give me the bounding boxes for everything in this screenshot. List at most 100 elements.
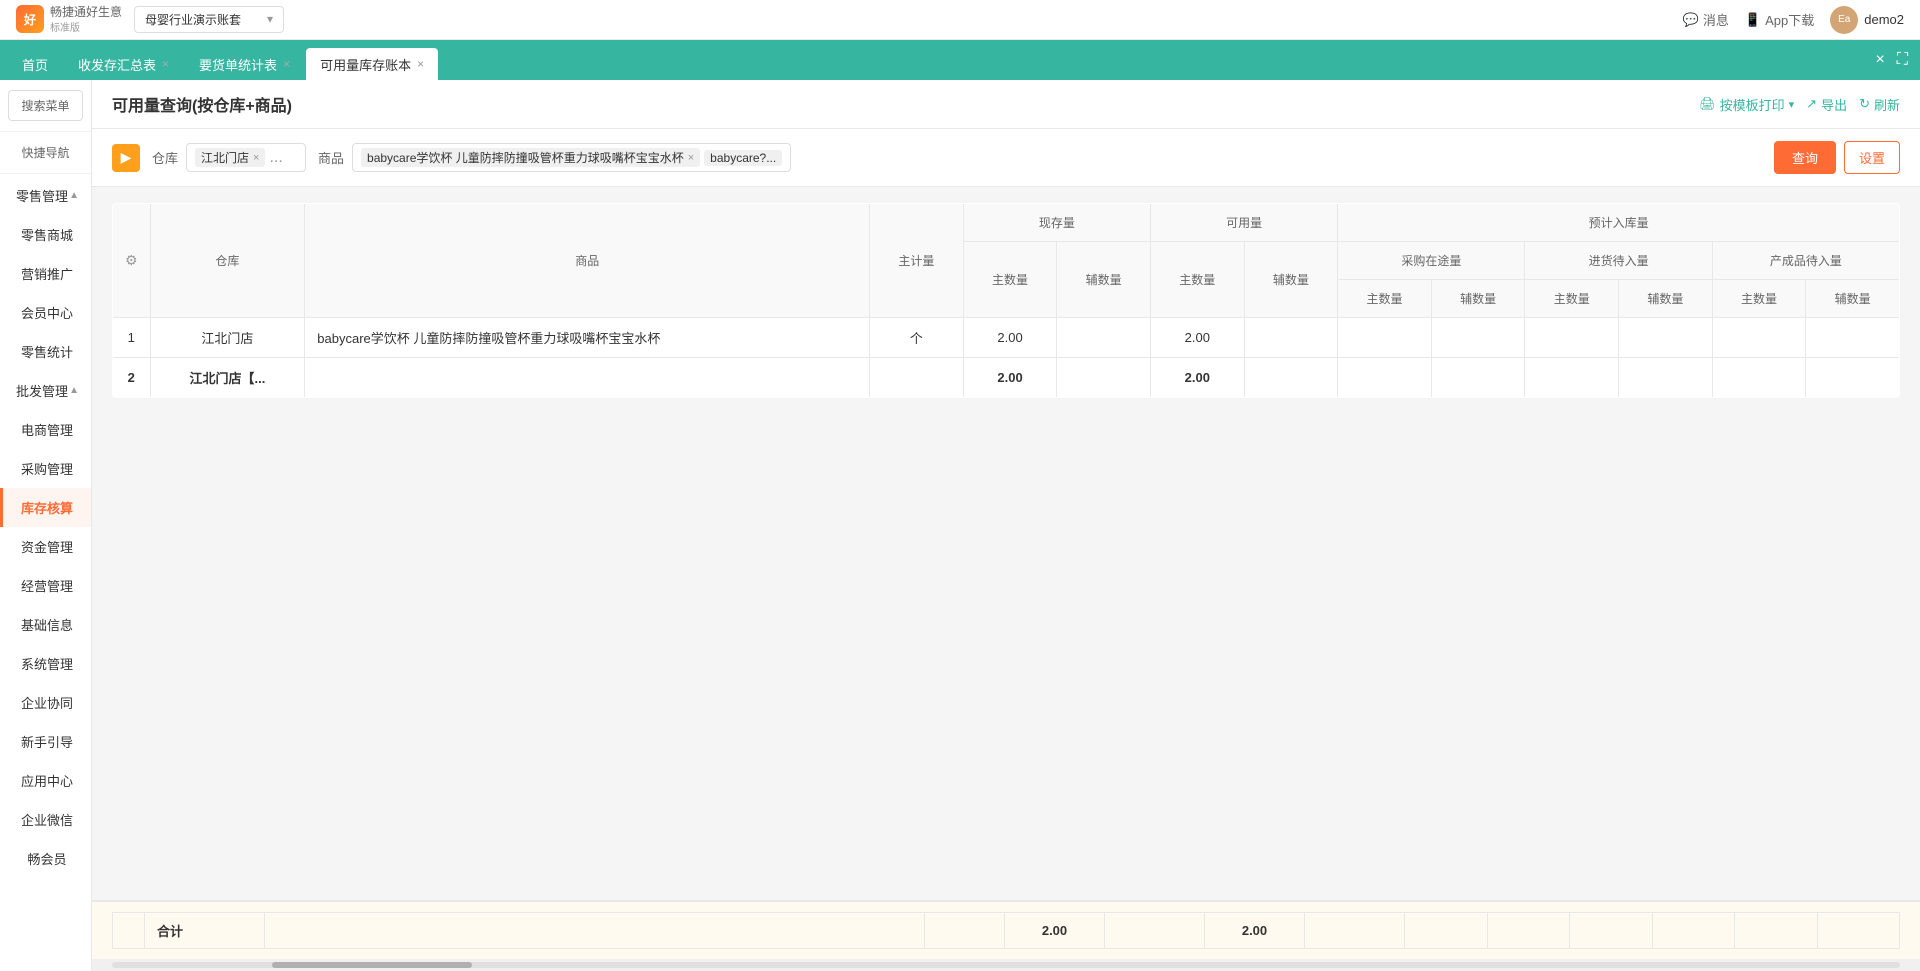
export-button[interactable]: ↗ 导出 — [1806, 95, 1847, 114]
sidebar-item-member-center[interactable]: 会员中心 — [0, 293, 91, 332]
row-2-available-main: 2.00 — [1150, 358, 1244, 398]
logo-main-text: 畅捷通好生意 — [50, 5, 122, 19]
main-layout: 搜索菜单 快捷导航 零售管理 ▲ 零售商城 营销推广 会员中心 零售统计 批发管… — [0, 80, 1920, 971]
sidebar-item-new-guide[interactable]: 新手引导 — [0, 722, 91, 761]
print-template-button[interactable]: 🖨 按模板打印 ▾ — [1699, 95, 1794, 114]
footer-empty-7 — [1652, 913, 1735, 949]
close-all-tabs-button[interactable]: × — [1867, 51, 1892, 69]
warehouse-tag-remove[interactable]: × — [253, 152, 259, 164]
th-current-main: 主数量 — [963, 242, 1057, 318]
row-2-purchase-onway-aux — [1431, 358, 1525, 398]
scrollbar-thumb[interactable] — [272, 962, 472, 968]
chevron-down-icon: ▾ — [267, 12, 273, 26]
sidebar-item-finance[interactable]: 资金管理 — [0, 527, 91, 566]
industry-label: 母婴行业演示账套 — [145, 11, 241, 28]
tab-order-stats-close[interactable]: × — [283, 57, 290, 71]
export-label: 导出 — [1821, 95, 1847, 114]
tab-receipt-summary-close[interactable]: × — [162, 57, 169, 71]
row-1-purchase-onway-main — [1338, 318, 1432, 358]
sidebar-item-system[interactable]: 系统管理 — [0, 644, 91, 683]
search-menu-button[interactable]: 搜索菜单 — [8, 90, 83, 121]
tab-available-stock[interactable]: 可用量库存账本 × — [306, 48, 438, 80]
sidebar-item-purchase[interactable]: 采购管理 — [0, 449, 91, 488]
row-1-warehouse: 江北门店 — [150, 318, 305, 358]
filter-bar: ▶ 仓库 江北门店 × ... 商品 babycare学饮杯 儿童防摔防撞吸管杯… — [92, 129, 1920, 187]
tab-available-stock-close[interactable]: × — [417, 57, 424, 71]
horizontal-scrollbar[interactable] — [92, 959, 1920, 971]
row-2-products-pending-main — [1712, 358, 1806, 398]
row-2-index: 2 — [113, 358, 151, 398]
export-icon: ↗ — [1806, 96, 1817, 112]
tab-receipt-summary[interactable]: 收发存汇总表 × — [64, 48, 183, 80]
page-title: 可用量查询(按仓库+商品) — [112, 92, 292, 116]
user-area[interactable]: Ea demo2 — [1830, 6, 1904, 34]
avatar: Ea — [1830, 6, 1858, 34]
th-unit: 主计量 — [870, 204, 964, 318]
chevron-down-icon: ▲ — [69, 385, 79, 396]
sidebar-item-operations[interactable]: 经营管理 — [0, 566, 91, 605]
tab-bar: 首页 收发存汇总表 × 要货单统计表 × 可用量库存账本 × × ⛶ — [0, 40, 1920, 80]
footer-table: 合计 2.00 2.00 — [112, 912, 1900, 949]
message-button[interactable]: 💬 消息 — [1683, 10, 1729, 29]
sidebar-item-basic-info[interactable]: 基础信息 — [0, 605, 91, 644]
tab-home-label: 首页 — [22, 55, 48, 74]
filter-toggle-button[interactable]: ▶ — [112, 144, 140, 172]
sidebar-search-section: 搜索菜单 — [0, 80, 91, 132]
sidebar-item-inventory[interactable]: 库存核算 — [0, 488, 91, 527]
row-2-warehouse: 江北门店【... — [150, 358, 305, 398]
table-row: 2 江北门店【... 2.00 2.00 — [113, 358, 1900, 398]
table-container: ⚙ 仓库 商品 主计量 现存量 可用量 预计入库量 主数量 辅数量 主数量 辅数… — [92, 187, 1920, 900]
settings-icon[interactable]: ⚙ — [125, 252, 138, 268]
industry-selector[interactable]: 母婴行业演示账套 ▾ — [134, 6, 284, 33]
row-1-available-aux — [1244, 318, 1338, 358]
refresh-button[interactable]: ↻ 刷新 — [1859, 95, 1900, 114]
row-1-current-aux — [1057, 318, 1151, 358]
tab-order-stats[interactable]: 要货单统计表 × — [185, 48, 304, 80]
sidebar-quick-nav: 快捷导航 — [0, 132, 91, 174]
sidebar-item-marketing[interactable]: 营销推广 — [0, 254, 91, 293]
product-tag-1-remove[interactable]: × — [688, 152, 694, 164]
row-1-purchase-onway-aux — [1431, 318, 1525, 358]
th-available-main: 主数量 — [1150, 242, 1244, 318]
user-name: demo2 — [1864, 12, 1904, 27]
product-filter-input[interactable]: babycare学饮杯 儿童防摔防撞吸管杯重力球吸嘴杯宝宝水杯 × babyca… — [352, 143, 791, 172]
sidebar-item-ecommerce[interactable]: 电商管理 — [0, 410, 91, 449]
sidebar-item-vip-member[interactable]: 畅会员 — [0, 839, 91, 878]
th-purchase-onway-main: 主数量 — [1338, 280, 1432, 318]
row-2-purchase-onway-main — [1338, 358, 1432, 398]
footer-empty-3 — [925, 913, 1005, 949]
warehouse-filter-more[interactable]: ... — [269, 149, 282, 167]
sidebar-item-retail-mall[interactable]: 零售商城 — [0, 215, 91, 254]
sidebar-item-enterprise-collab[interactable]: 企业协同 — [0, 683, 91, 722]
top-bar: 好 畅捷通好生意 标准版 母婴行业演示账套 ▾ 💬 消息 📱 App下载 Ea … — [0, 0, 1920, 40]
sidebar-item-enterprise-wechat[interactable]: 企业微信 — [0, 800, 91, 839]
sidebar-item-app-center[interactable]: 应用中心 — [0, 761, 91, 800]
footer-total-available-main: 2.00 — [1205, 913, 1305, 949]
sidebar-menu: 零售管理 ▲ 零售商城 营销推广 会员中心 零售统计 批发管理 ▲ 电商管理 — [0, 174, 91, 880]
product-tag-2-text: babycare?... — [710, 151, 776, 165]
th-settings: ⚙ — [113, 204, 151, 318]
product-filter-label: 商品 — [318, 148, 344, 167]
sidebar-item-wholesale-mgmt[interactable]: 批发管理 ▲ — [0, 371, 91, 410]
sidebar-item-quick-nav[interactable]: 快捷导航 — [0, 136, 91, 169]
product-tag-2: babycare?... — [704, 150, 782, 166]
footer-empty-2 — [265, 913, 925, 949]
table-footer: 合计 2.00 2.00 — [92, 900, 1920, 959]
sidebar-item-retail-stats[interactable]: 零售统计 — [0, 332, 91, 371]
fullscreen-button[interactable]: ⛶ — [1893, 51, 1912, 69]
logo-text-block: 畅捷通好生意 标准版 — [50, 5, 122, 34]
data-table: ⚙ 仓库 商品 主计量 现存量 可用量 预计入库量 主数量 辅数量 主数量 辅数… — [112, 203, 1900, 398]
app-download-button[interactable]: 📱 App下载 — [1745, 10, 1814, 29]
warehouse-filter-label: 仓库 — [152, 148, 178, 167]
warehouse-filter-input[interactable]: 江北门店 × ... — [186, 143, 306, 172]
print-icon: 🖨 — [1699, 96, 1716, 112]
row-2-incoming-aux — [1619, 358, 1713, 398]
th-purchase-onway: 采购在途量 — [1338, 242, 1525, 280]
chevron-down-icon: ▲ — [69, 190, 79, 201]
query-button[interactable]: 查询 — [1774, 141, 1836, 174]
tab-home[interactable]: 首页 — [8, 48, 62, 80]
app-icon: 📱 — [1745, 12, 1761, 28]
settings-button[interactable]: 设置 — [1844, 141, 1900, 174]
scrollbar-track — [112, 962, 1900, 968]
sidebar-item-retail-mgmt[interactable]: 零售管理 ▲ — [0, 176, 91, 215]
